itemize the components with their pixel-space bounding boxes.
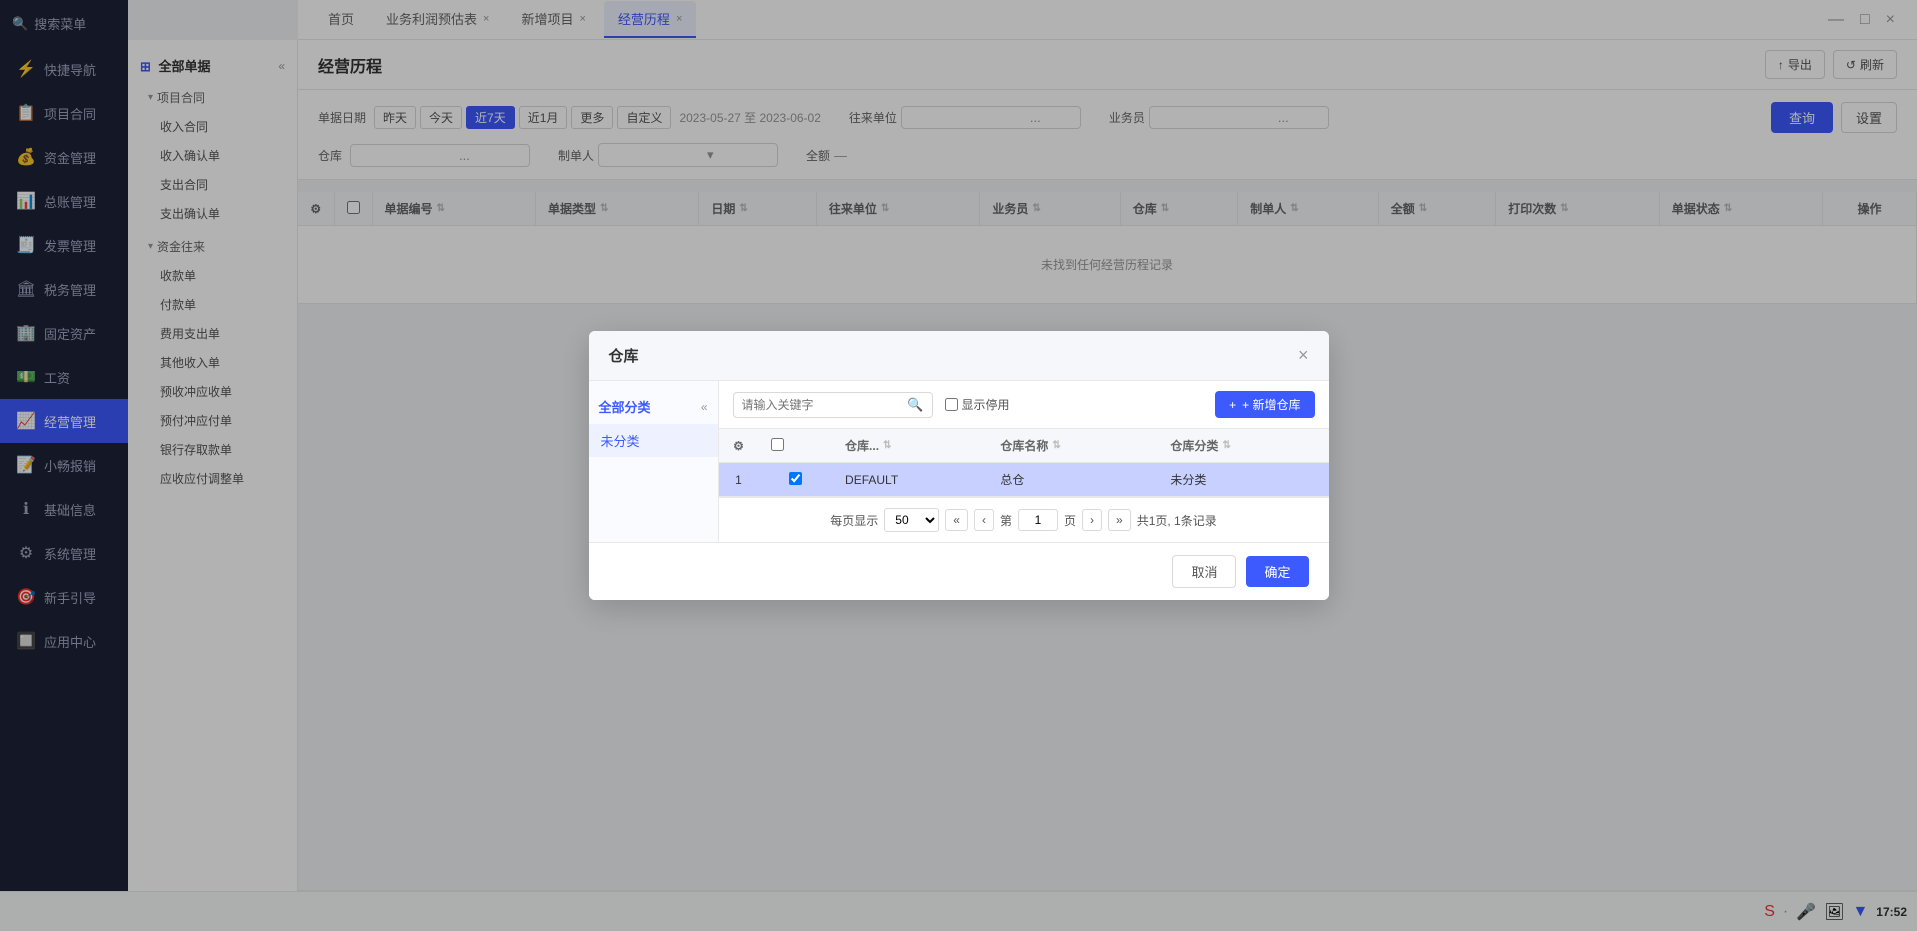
- modal-th-code: 仓库... ⇅: [833, 429, 988, 463]
- modal-body: 全部分类 « 未分类 🔍 显示停用: [589, 381, 1329, 542]
- modal-close-button[interactable]: ×: [1298, 345, 1309, 366]
- modal-per-page-label: 每页显示: [830, 512, 878, 529]
- show-disabled-checkbox[interactable]: [945, 398, 958, 411]
- search-icon: 🔍: [907, 397, 923, 413]
- modal-next-page[interactable]: ›: [1082, 509, 1102, 531]
- plus-icon: +: [1229, 398, 1236, 412]
- row-code: DEFAULT: [833, 463, 988, 497]
- row-category: 未分类: [1158, 463, 1328, 497]
- modal-search-input[interactable]: [742, 398, 902, 412]
- modal-first-page[interactable]: «: [945, 509, 968, 531]
- table-row[interactable]: 1 DEFAULT 总仓 未分类: [719, 463, 1329, 497]
- modal-page-input[interactable]: [1018, 509, 1058, 531]
- modal-sidebar: 全部分类 « 未分类: [589, 381, 719, 542]
- modal-total: 共1页, 1条记录: [1137, 512, 1217, 529]
- modal-table-wrap: ⚙ 仓库... ⇅ 仓库名称 ⇅ 仓库分类 ⇅: [719, 429, 1329, 497]
- modal-sidebar-header[interactable]: 全部分类 «: [589, 389, 718, 424]
- modal-toolbar: 🔍 显示停用 + + 新增仓库: [719, 381, 1329, 429]
- row-name: 总仓: [988, 463, 1158, 497]
- modal-table: ⚙ 仓库... ⇅ 仓库名称 ⇅ 仓库分类 ⇅: [719, 429, 1329, 497]
- modal-main: 🔍 显示停用 + + 新增仓库: [719, 381, 1329, 542]
- modal-header: 仓库 ×: [589, 331, 1329, 381]
- modal-th-settings[interactable]: ⚙: [719, 429, 759, 463]
- modal-sidebar-item-uncategorized[interactable]: 未分类: [589, 424, 718, 457]
- row-id: 1: [719, 463, 759, 497]
- modal-all-category: 全部分类: [599, 397, 651, 416]
- modal-prev-page[interactable]: ‹: [974, 509, 994, 531]
- modal-th-checkbox[interactable]: [759, 429, 834, 463]
- modal-overlay[interactable]: 仓库 × 全部分类 « 未分类 🔍: [0, 0, 1917, 931]
- cancel-button[interactable]: 取消: [1172, 555, 1236, 588]
- modal-th-name: 仓库名称 ⇅: [988, 429, 1158, 463]
- show-disabled-label: 显示停用: [945, 396, 1010, 413]
- modal-footer: 取消 确定: [589, 542, 1329, 600]
- row-checkbox[interactable]: [759, 463, 834, 497]
- modal-page-suffix: 页: [1064, 512, 1076, 529]
- modal-sidebar-toggle[interactable]: «: [701, 400, 708, 414]
- modal-th-category: 仓库分类 ⇅: [1158, 429, 1328, 463]
- modal-title: 仓库: [609, 345, 639, 366]
- warehouse-modal: 仓库 × 全部分类 « 未分类 🔍: [589, 331, 1329, 600]
- modal-per-page-select[interactable]: 50 100: [884, 508, 939, 532]
- modal-search-wrap: 🔍: [733, 392, 933, 418]
- modal-page-label: 第: [1000, 512, 1012, 529]
- modal-last-page[interactable]: »: [1108, 509, 1131, 531]
- add-warehouse-button[interactable]: + + 新增仓库: [1215, 391, 1314, 418]
- modal-select-all[interactable]: [771, 438, 784, 451]
- modal-pagination: 每页显示 50 100 « ‹ 第 页 › » 共1页, 1条记录: [719, 497, 1329, 542]
- confirm-button[interactable]: 确定: [1246, 556, 1308, 587]
